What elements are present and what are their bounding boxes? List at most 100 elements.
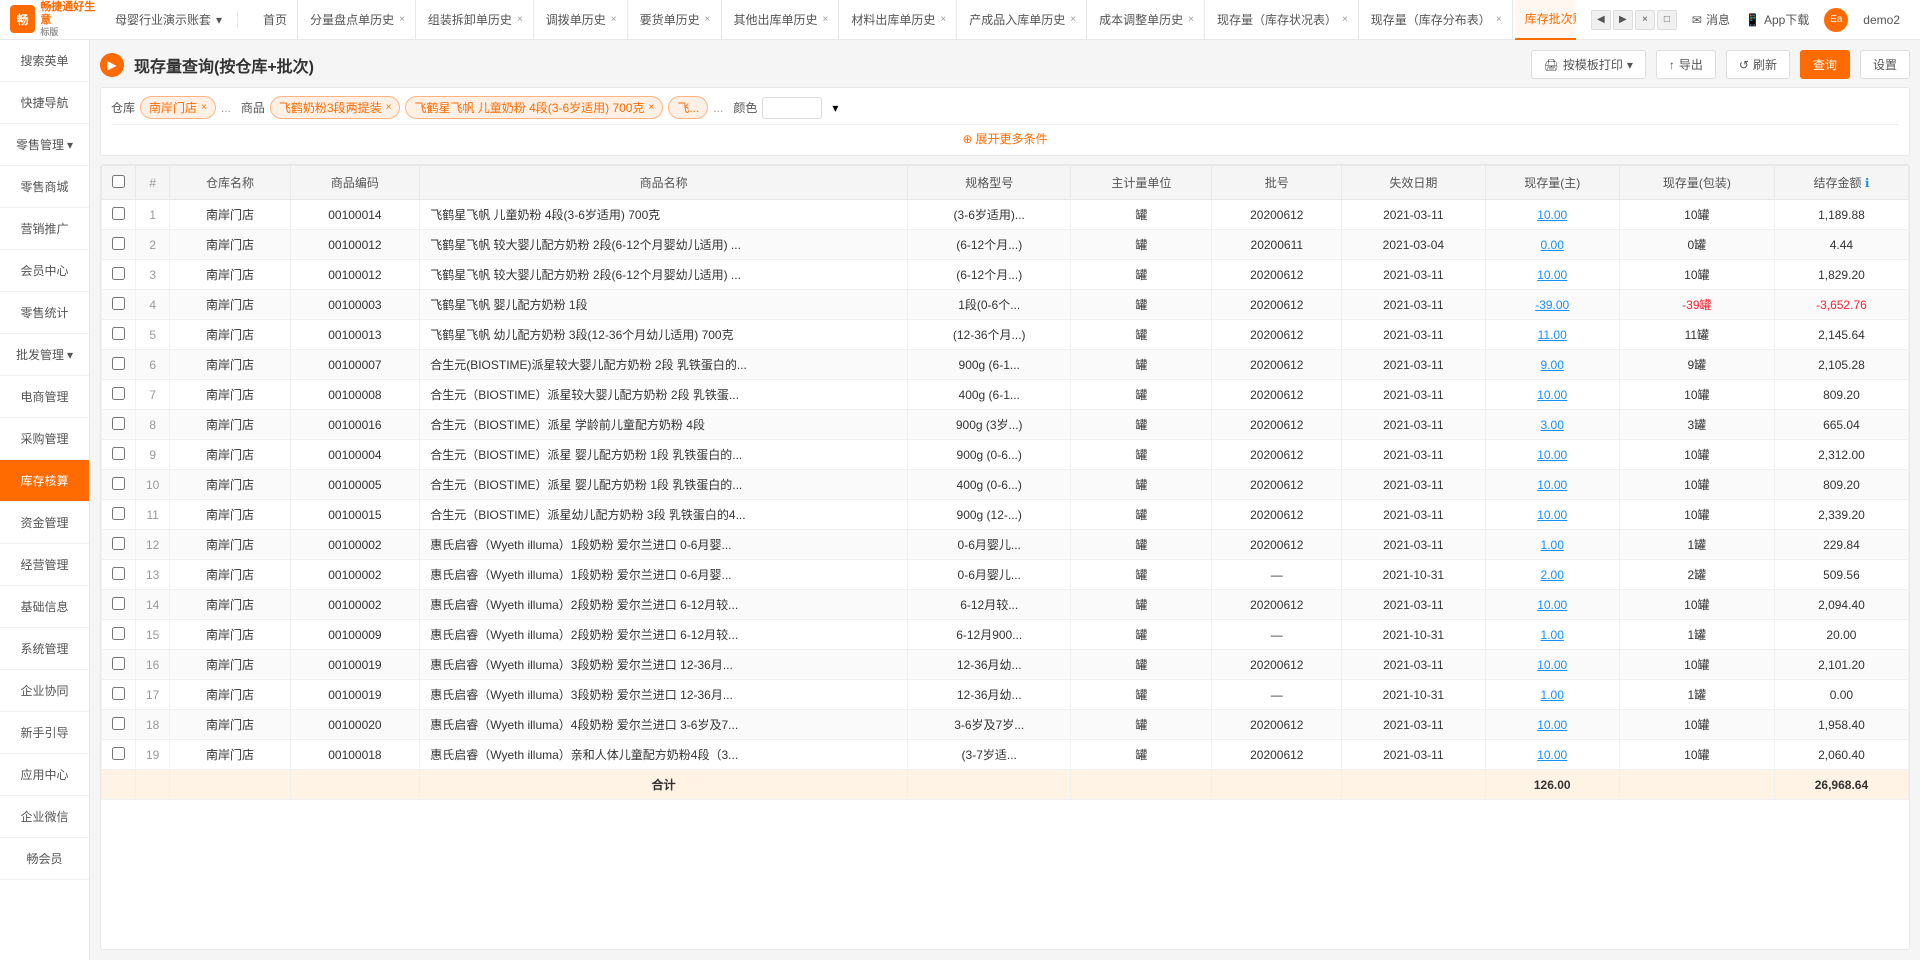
row-checkbox[interactable] <box>102 620 136 650</box>
sidebar-item-marketing[interactable]: 营销推广 <box>0 208 89 250</box>
row-qty[interactable]: 2.00 <box>1485 560 1619 590</box>
row-checkbox[interactable] <box>102 530 136 560</box>
row-checkbox[interactable] <box>102 260 136 290</box>
sidebar-item-quicknav[interactable]: 快捷导航 <box>0 82 89 124</box>
row-qty[interactable]: 10.00 <box>1485 500 1619 530</box>
tab-close-1[interactable]: × <box>399 14 405 25</box>
sidebar-item-purchase[interactable]: 采购管理 <box>0 418 89 460</box>
color-dropdown-icon[interactable]: ▾ <box>827 100 843 116</box>
tab-close-9[interactable]: × <box>1342 14 1348 25</box>
user-name[interactable]: demo2 <box>1863 13 1900 27</box>
select-all-checkbox[interactable] <box>112 175 125 188</box>
settings-button[interactable]: 设置 <box>1860 50 1910 79</box>
sidebar-item-wholesale[interactable]: 批发管理 ▾ <box>0 334 89 376</box>
sidebar-item-appcenter[interactable]: 应用中心 <box>0 754 89 796</box>
nav-close-all[interactable]: × <box>1635 10 1655 30</box>
col-checkbox[interactable] <box>102 166 136 200</box>
row-qty[interactable]: 11.00 <box>1485 320 1619 350</box>
warehouse-tag-remove[interactable]: × <box>201 102 207 113</box>
row-qty[interactable]: 10.00 <box>1485 260 1619 290</box>
row-qty[interactable]: 10.00 <box>1485 740 1619 770</box>
tab-close-3[interactable]: × <box>611 14 617 25</box>
sidebar-item-wechat[interactable]: 企业微信 <box>0 796 89 838</box>
expand-filter-button[interactable]: ▶ <box>100 53 124 77</box>
sidebar-item-retail[interactable]: 零售管理 ▾ <box>0 124 89 166</box>
tab-3[interactable]: 调拨单历史 × <box>536 0 628 40</box>
export-button[interactable]: ↑ 导出 <box>1656 50 1716 79</box>
row-qty[interactable]: 1.00 <box>1485 620 1619 650</box>
row-checkbox[interactable] <box>102 290 136 320</box>
expand-more-btn[interactable]: ⊕ 展开更多条件 <box>962 130 1047 147</box>
row-checkbox[interactable] <box>102 470 136 500</box>
sidebar-item-guide[interactable]: 新手引导 <box>0 712 89 754</box>
row-qty[interactable]: -39.00 <box>1485 290 1619 320</box>
refresh-button[interactable]: ↺ 刷新 <box>1726 50 1790 79</box>
sidebar-item-inventory[interactable]: 库存核算 <box>0 460 89 502</box>
row-qty[interactable]: 10.00 <box>1485 590 1619 620</box>
row-checkbox[interactable] <box>102 650 136 680</box>
message-button[interactable]: ✉ 消息 <box>1692 11 1730 28</box>
tab-9[interactable]: 现存量（库存状况表） × <box>1207 0 1359 40</box>
tab-8[interactable]: 成本调整单历史 × <box>1089 0 1205 40</box>
amount-info-icon[interactable]: ℹ <box>1865 176 1870 190</box>
row-qty[interactable]: 10.00 <box>1485 200 1619 230</box>
row-checkbox[interactable] <box>102 590 136 620</box>
sidebar-item-retailstats[interactable]: 零售统计 <box>0 292 89 334</box>
user-avatar[interactable]: Ea <box>1824 8 1848 32</box>
tab-close-2[interactable]: × <box>517 14 523 25</box>
row-checkbox[interactable] <box>102 560 136 590</box>
sidebar-item-finance[interactable]: 资金管理 <box>0 502 89 544</box>
tab-1[interactable]: 分量盘点单历史 × <box>300 0 416 40</box>
tab-close-4[interactable]: × <box>705 14 711 25</box>
product-tag-1[interactable]: 飞鹤奶粉3段两提装 × <box>270 96 401 119</box>
product-tag-more[interactable]: 飞... <box>668 96 708 119</box>
tab-2[interactable]: 组装拆卸单历史 × <box>418 0 534 40</box>
row-qty[interactable]: 10.00 <box>1485 380 1619 410</box>
sidebar-item-operations[interactable]: 经营管理 <box>0 544 89 586</box>
sidebar-item-search[interactable]: 搜索英单 <box>0 40 89 82</box>
row-qty[interactable]: 1.00 <box>1485 530 1619 560</box>
product-more[interactable]: ... <box>713 101 723 115</box>
sidebar-item-system[interactable]: 系统管理 <box>0 628 89 670</box>
tab-4[interactable]: 要货单历史 × <box>630 0 722 40</box>
tab-close-10[interactable]: × <box>1496 14 1502 25</box>
color-input[interactable] <box>762 97 822 119</box>
sidebar-item-baseinfo[interactable]: 基础信息 <box>0 586 89 628</box>
warehouse-more[interactable]: ... <box>221 101 231 115</box>
row-checkbox[interactable] <box>102 410 136 440</box>
row-checkbox[interactable] <box>102 440 136 470</box>
row-checkbox[interactable] <box>102 380 136 410</box>
print-dropdown-icon[interactable]: ▾ <box>1627 58 1633 72</box>
row-checkbox[interactable] <box>102 320 136 350</box>
app-download-button[interactable]: 📱 App下载 <box>1745 11 1809 28</box>
warehouse-tag-1[interactable]: 南岸门店 × <box>140 96 216 119</box>
row-qty[interactable]: 1.00 <box>1485 680 1619 710</box>
row-checkbox[interactable] <box>102 350 136 380</box>
product-tag-1-remove[interactable]: × <box>386 102 392 113</box>
tab-6[interactable]: 材料出库单历史 × <box>841 0 957 40</box>
row-qty[interactable]: 3.00 <box>1485 410 1619 440</box>
sidebar-item-enterprise[interactable]: 企业协同 <box>0 670 89 712</box>
nav-prev[interactable]: ◀ <box>1591 10 1611 30</box>
tab-close-5[interactable]: × <box>823 14 829 25</box>
sidebar-item-members[interactable]: 会员中心 <box>0 250 89 292</box>
row-checkbox[interactable] <box>102 500 136 530</box>
product-tag-2[interactable]: 飞鹤星飞帆 儿童奶粉 4段(3-6岁适用) 700克 × <box>405 96 663 119</box>
tab-5[interactable]: 其他出库单历史 × <box>724 0 840 40</box>
print-button[interactable]: 🖨 按模板打印 ▾ <box>1531 50 1646 79</box>
nav-next[interactable]: ▶ <box>1613 10 1633 30</box>
tab-10[interactable]: 现存量（库存分布表） × <box>1361 0 1513 40</box>
industry-selector[interactable]: 母婴行业演示账套 ▾ <box>115 11 238 28</box>
sidebar-item-retailshop[interactable]: 零售商城 <box>0 166 89 208</box>
tab-7[interactable]: 产成品入库单历史 × <box>959 0 1087 40</box>
sidebar-item-vip[interactable]: 畅会员 <box>0 838 89 880</box>
tab-close-6[interactable]: × <box>940 14 946 25</box>
row-checkbox[interactable] <box>102 710 136 740</box>
row-checkbox[interactable] <box>102 200 136 230</box>
tab-close-7[interactable]: × <box>1070 14 1076 25</box>
row-qty[interactable]: 10.00 <box>1485 440 1619 470</box>
tab-close-8[interactable]: × <box>1188 14 1194 25</box>
tab-home[interactable]: 首页 <box>253 0 298 40</box>
row-qty[interactable]: 10.00 <box>1485 710 1619 740</box>
query-button[interactable]: 查询 <box>1800 50 1850 79</box>
